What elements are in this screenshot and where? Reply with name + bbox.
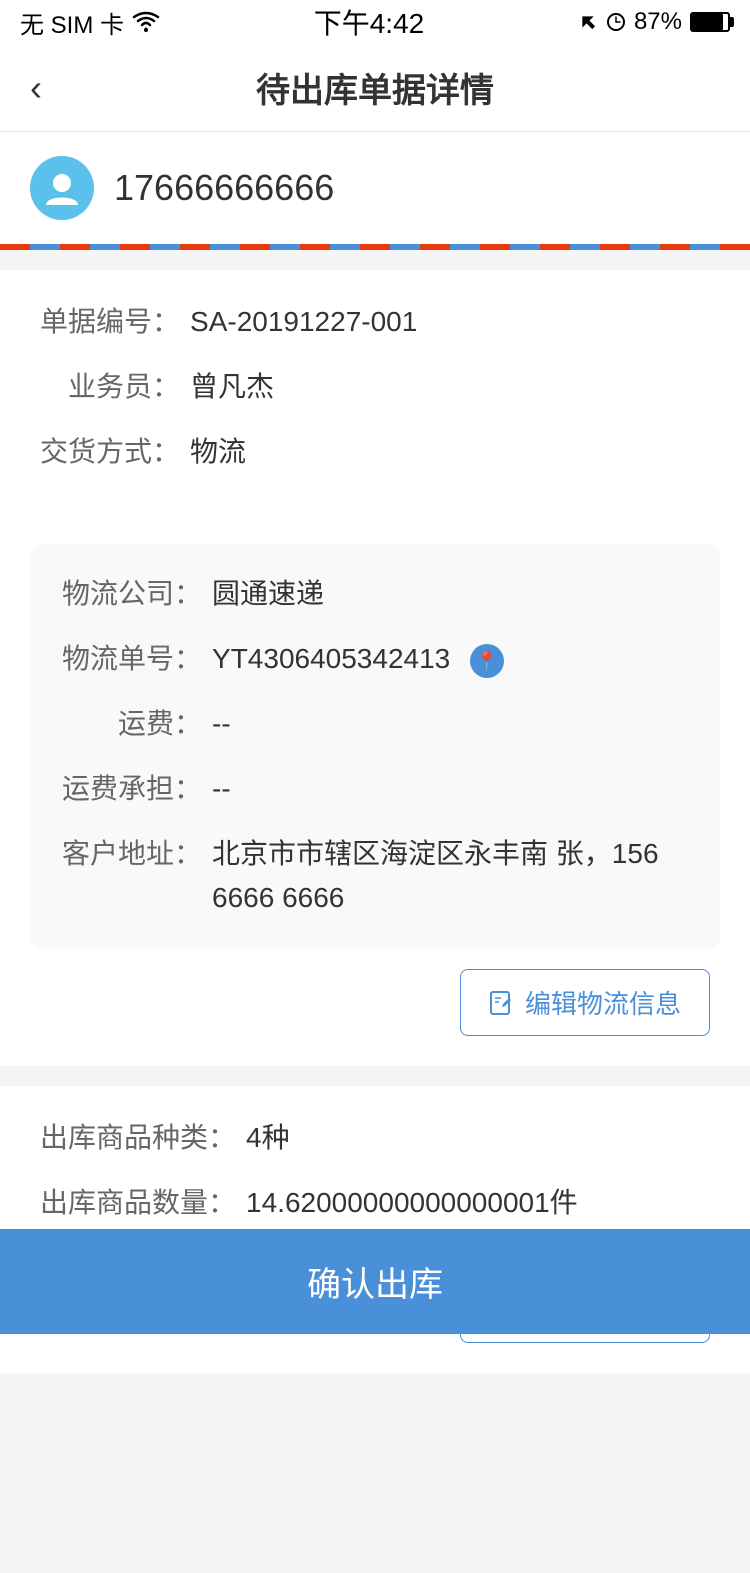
logistics-company-row: 物流公司： 圆通速递 [62,572,688,617]
page-title: 待出库单据详情 [256,63,494,112]
battery-percent: 87% [634,8,682,36]
tracking-no-row: 物流单号： YT4306405342413 📍 [62,637,688,682]
location-icon [578,12,598,32]
address-label: 客户地址： [62,832,202,877]
customer-header: 17666666666 [0,132,750,244]
status-left: 无 SIM 卡 [20,5,160,40]
back-button[interactable]: ‹ [30,67,42,109]
logistics-card: 物流公司： 圆通速递 物流单号： YT4306405342413 📍 运费： -… [30,544,720,949]
freight-bearer-label: 运费承担： [62,767,202,812]
dashed-divider [0,244,750,250]
sales-person-value: 曾凡杰 [190,365,710,410]
logistics-company-label: 物流公司： [62,572,202,617]
order-no-row: 单据编号： SA-20191227-001 [40,300,710,345]
sales-person-row: 业务员： 曾凡杰 [40,365,710,410]
goods-quantity-value: 14.62000000000000001件 [246,1181,710,1226]
delivery-method-value: 物流 [190,430,710,475]
status-time: 下午4:42 [314,2,425,42]
order-no-label: 单据编号： [40,300,180,345]
edit-icon [489,990,515,1016]
order-no-value: SA-20191227-001 [190,300,710,345]
tracking-no-label: 物流单号： [62,637,202,682]
section-separator-1 [0,1066,750,1086]
freight-value: -- [212,702,688,747]
goods-types-row: 出库商品种类： 4种 [40,1116,710,1161]
edit-btn-row: 编辑物流信息 [0,949,750,1066]
confirm-btn-wrap: 确认出库 [0,1229,750,1334]
freight-bearer-row: 运费承担： -- [62,767,688,812]
logistics-company-value: 圆通速递 [212,572,688,617]
spacer [0,1373,750,1573]
order-info-section: 单据编号： SA-20191227-001 业务员： 曾凡杰 交货方式： 物流 [0,270,750,504]
carrier-label: 无 SIM 卡 [20,5,124,40]
address-value: 北京市市辖区海淀区永丰南 张，156 6666 6666 [212,832,688,922]
edit-logistics-button[interactable]: 编辑物流信息 [460,969,710,1036]
sales-person-label: 业务员： [40,365,180,410]
freight-bearer-value: -- [212,767,688,812]
clock-icon [606,12,626,32]
confirm-button[interactable]: 确认出库 [307,1257,443,1306]
map-pin-icon[interactable]: 📍 [470,644,504,678]
nav-bar: ‹ 待出库单据详情 [0,44,750,132]
logistics-section: 物流公司： 圆通速递 物流单号： YT4306405342413 📍 运费： -… [0,504,750,949]
customer-phone: 17666666666 [114,167,334,209]
wifi-icon [132,11,160,33]
avatar [30,156,94,220]
tracking-no-value: YT4306405342413 📍 [212,637,688,682]
goods-quantity-row: 出库商品数量： 14.62000000000000001件 [40,1181,710,1226]
address-row: 客户地址： 北京市市辖区海淀区永丰南 张，156 6666 6666 [62,832,688,922]
goods-types-label: 出库商品种类： [40,1116,236,1161]
goods-quantity-label: 出库商品数量： [40,1181,236,1226]
delivery-method-row: 交货方式： 物流 [40,430,710,475]
user-icon [43,169,81,207]
battery-icon [690,12,730,32]
status-bar: 无 SIM 卡 下午4:42 87% [0,0,750,44]
delivery-method-label: 交货方式： [40,430,180,475]
freight-label: 运费： [62,702,202,747]
goods-types-value: 4种 [246,1116,710,1161]
status-right: 87% [578,8,730,36]
freight-row: 运费： -- [62,702,688,747]
